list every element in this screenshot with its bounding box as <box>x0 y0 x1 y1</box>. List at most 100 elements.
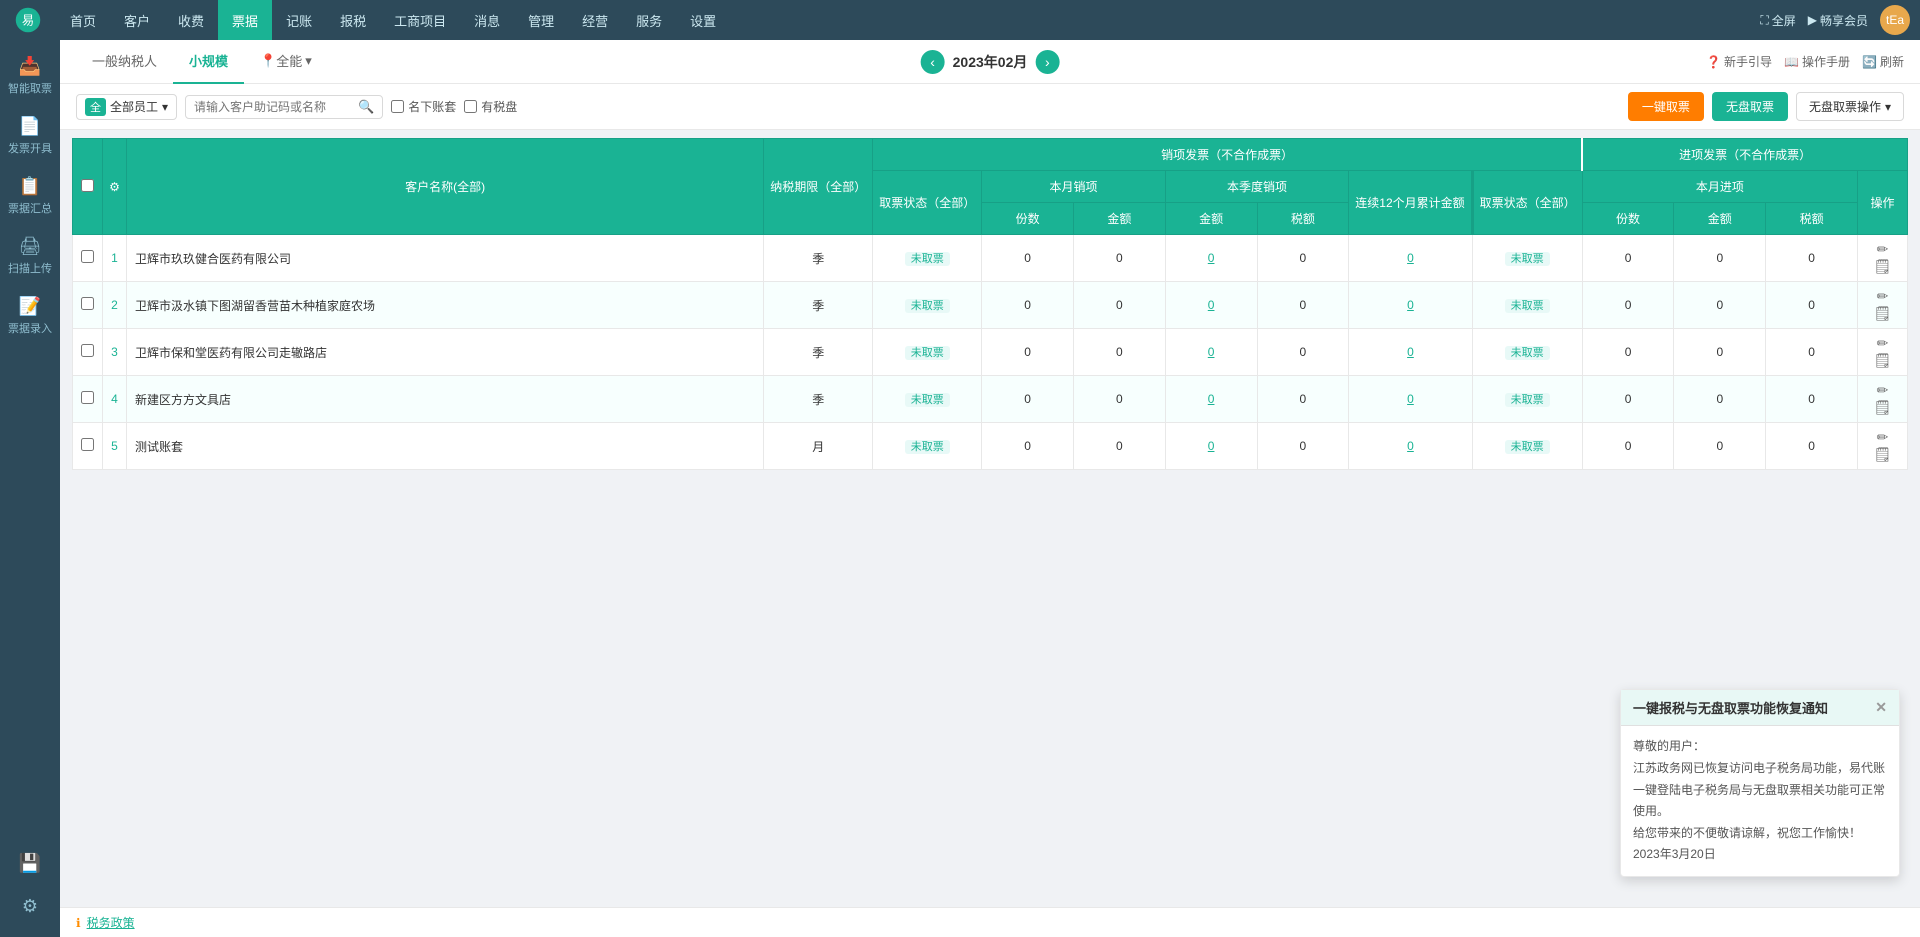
prev-period-button[interactable]: ‹ <box>921 50 945 74</box>
col-operations: 操作 <box>1858 171 1908 235</box>
row-no: 2 <box>103 282 127 329</box>
nav-service[interactable]: 服务 <box>622 0 676 40</box>
row-customer: 卫辉市汲水镇下图湖留香营苗木种植家庭农场 <box>127 282 764 329</box>
my-accounts-checkbox[interactable]: 名下账套 <box>391 98 456 115</box>
employee-filter-label: 全部员工 <box>110 98 158 115</box>
row-sales-qtr-amount: 0 <box>1165 376 1257 423</box>
tab-small-scale[interactable]: 小规模 <box>173 40 244 84</box>
sidebar-item-invoice-issue[interactable]: 📄 发票开具 <box>0 108 60 164</box>
row-input-month-tax: 0 <box>1766 235 1858 282</box>
row-sales-qtr-tax: 0 <box>1257 376 1349 423</box>
nav-message[interactable]: 消息 <box>460 0 514 40</box>
edit-icon[interactable]: ✏ <box>1877 429 1889 445</box>
refresh-link[interactable]: 🔄 刷新 <box>1862 53 1904 70</box>
has-taxdisk-check[interactable] <box>464 100 477 113</box>
row-checkbox[interactable] <box>73 282 103 329</box>
row-sales-qtr-amount: 0 <box>1165 235 1257 282</box>
dropdown-icon: ▾ <box>162 100 168 114</box>
row-annual-amount: 0 <box>1349 376 1472 423</box>
sidebar-item-smart-ticket[interactable]: 📥 智能取票 <box>0 48 60 104</box>
employee-filter[interactable]: 全 全部员工 ▾ <box>76 94 177 120</box>
customer-search-input[interactable] <box>194 100 354 114</box>
col-sales-qtr-amount: 金额 <box>1165 203 1257 235</box>
select-all-checkbox[interactable] <box>81 179 94 192</box>
nav-tax[interactable]: 报税 <box>326 0 380 40</box>
row-checkbox[interactable] <box>73 423 103 470</box>
row-input-status: 未取票 <box>1472 423 1582 470</box>
nav-billing[interactable]: 收费 <box>164 0 218 40</box>
detail-icon[interactable]: 🗒 <box>1874 258 1892 274</box>
edit-icon[interactable]: ✏ <box>1877 382 1889 398</box>
fullscreen-tool[interactable]: ⛶ 全屏 <box>1760 12 1795 29</box>
newbie-guide-link[interactable]: ❓ 新手引导 <box>1706 53 1772 70</box>
detail-icon[interactable]: 🗒 <box>1874 305 1892 321</box>
edit-icon[interactable]: ✏ <box>1877 335 1889 351</box>
row-input-month-count: 0 <box>1582 235 1674 282</box>
no-disk-ticket-button[interactable]: 无盘取票 <box>1712 92 1788 121</box>
notification-date: 2023年3月20日 <box>1633 844 1887 866</box>
period-text: 2023年02月 <box>953 52 1028 72</box>
row-sales-month-amount: 0 <box>1073 329 1165 376</box>
row-sales-month-count: 0 <box>982 376 1074 423</box>
scan-upload-icon: 🖨 <box>19 236 42 257</box>
search-icon[interactable]: 🔍 <box>358 99 374 115</box>
toolbar-right-buttons: 一键取票 无盘取票 无盘取票操作 ▾ <box>1628 92 1904 121</box>
col-quarter-sales: 本季度销项 <box>1165 171 1349 203</box>
avatar[interactable]: tEa <box>1880 5 1910 35</box>
nav-business[interactable]: 工商项目 <box>380 0 460 40</box>
sidebar-item-scan-upload[interactable]: 🖨 扫描上传 <box>0 228 60 284</box>
row-checkbox[interactable] <box>73 235 103 282</box>
nav-operation[interactable]: 经营 <box>568 0 622 40</box>
sidebar-item-invoice-summary[interactable]: 📋 票据汇总 <box>0 168 60 224</box>
detail-icon[interactable]: 🗒 <box>1874 399 1892 415</box>
sidebar-label-invoice-entry: 票据录入 <box>8 320 52 336</box>
row-checkbox[interactable] <box>73 329 103 376</box>
tab-all[interactable]: 📍 全能 ▾ <box>244 40 328 84</box>
edit-icon[interactable]: ✏ <box>1877 241 1889 257</box>
edit-icon[interactable]: ✏ <box>1877 288 1889 304</box>
row-checkbox[interactable] <box>73 376 103 423</box>
sidebar-label-smart-ticket: 智能取票 <box>8 80 52 96</box>
notification-close-button[interactable]: ✕ <box>1875 699 1887 716</box>
refresh-icon: 🔄 <box>1862 55 1877 69</box>
bottom-bar: ℹ 税务政策 <box>60 907 1920 937</box>
tax-policy-link[interactable]: 税务政策 <box>87 914 135 931</box>
tab-general-taxpayer[interactable]: 一般纳税人 <box>76 40 173 84</box>
row-annual-amount: 0 <box>1349 423 1472 470</box>
nav-home[interactable]: 首页 <box>56 0 110 40</box>
col-tax-period: 纳税期限（全部） <box>764 139 873 235</box>
nav-bookkeeping[interactable]: 记账 <box>272 0 326 40</box>
has-taxdisk-checkbox[interactable]: 有税盘 <box>464 98 517 115</box>
row-input-month-amount: 0 <box>1674 329 1766 376</box>
nav-customer[interactable]: 客户 <box>110 0 164 40</box>
row-annual-amount: 0 <box>1349 235 1472 282</box>
customer-search-box: 🔍 <box>185 95 383 119</box>
no-disk-operations-button[interactable]: 无盘取票操作 ▾ <box>1796 92 1904 121</box>
employee-tag: 全 <box>85 98 106 116</box>
nav-manage[interactable]: 管理 <box>514 0 568 40</box>
my-accounts-check[interactable] <box>391 100 404 113</box>
sidebar: 📥 智能取票 📄 发票开具 📋 票据汇总 🖨 扫描上传 📝 票据录入 💾 ⚙ <box>0 40 60 937</box>
next-period-button[interactable]: › <box>1035 50 1059 74</box>
row-annual-amount: 0 <box>1349 329 1472 376</box>
col-sales-status: 取票状态（全部） <box>873 171 982 235</box>
one-key-ticket-button[interactable]: 一键取票 <box>1628 92 1704 121</box>
detail-icon[interactable]: 🗒 <box>1874 446 1892 462</box>
row-annual-amount: 0 <box>1349 282 1472 329</box>
sidebar-item-config[interactable]: ⚙ <box>15 888 45 925</box>
row-sales-month-count: 0 <box>982 329 1074 376</box>
row-sales-qtr-amount: 0 <box>1165 282 1257 329</box>
manual-link[interactable]: 📖 操作手册 <box>1784 53 1850 70</box>
sidebar-item-download[interactable]: 💾 <box>15 845 45 882</box>
sidebar-item-invoice-entry[interactable]: 📝 票据录入 <box>0 288 60 344</box>
col-input-group: 进项发票（不合作成票） <box>1582 139 1907 171</box>
row-actions: ✏ 🗒 <box>1858 282 1908 329</box>
row-sales-month-amount: 0 <box>1073 282 1165 329</box>
nav-invoice[interactable]: 票据 <box>218 0 272 40</box>
sub-tab-right-actions: ❓ 新手引导 📖 操作手册 🔄 刷新 <box>1706 53 1904 70</box>
row-input-status: 未取票 <box>1472 235 1582 282</box>
vip-tool[interactable]: ▶ 畅享会员 <box>1808 12 1868 29</box>
detail-icon[interactable]: 🗒 <box>1874 352 1892 368</box>
nav-settings[interactable]: 设置 <box>676 0 730 40</box>
chevron-down-icon: ▾ <box>305 53 312 69</box>
